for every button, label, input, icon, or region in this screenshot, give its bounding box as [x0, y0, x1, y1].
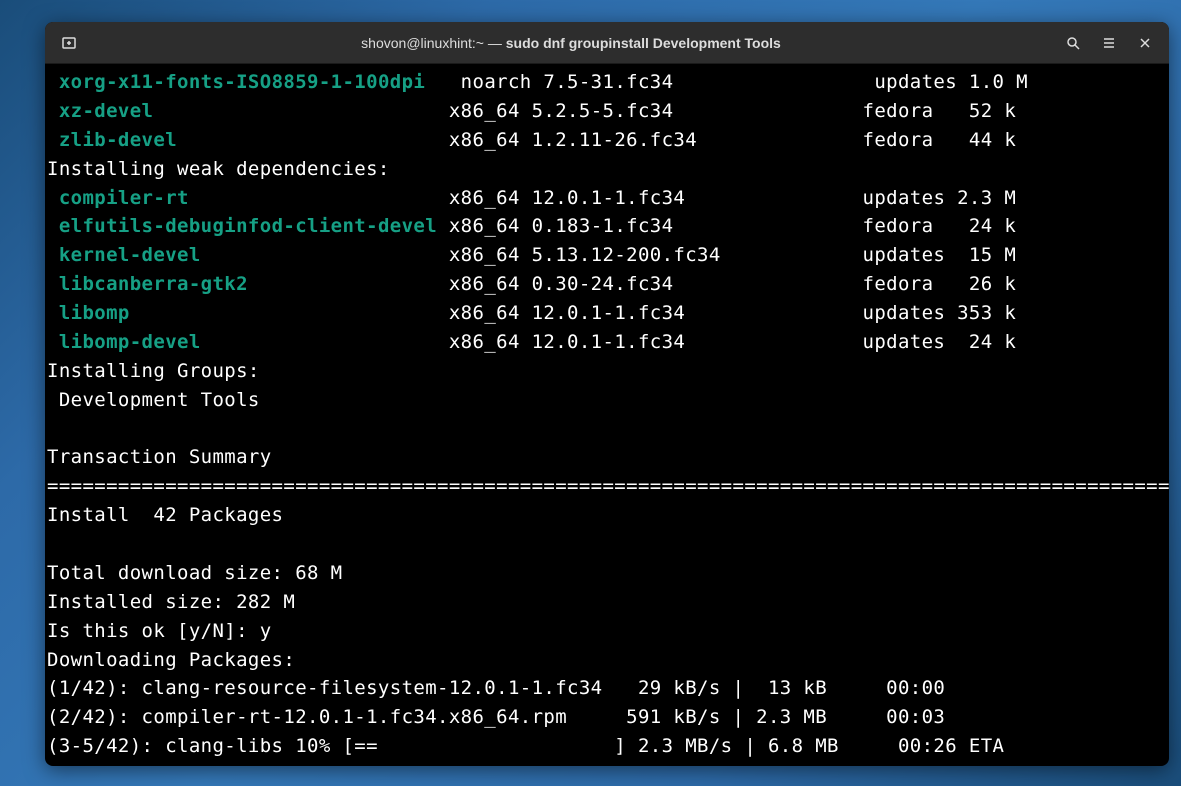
package-name: libcanberra-gtk2 [59, 273, 248, 295]
menu-button[interactable] [1093, 27, 1125, 59]
transaction-summary-header: Transaction Summary [47, 443, 1167, 472]
window-title: shovon@linuxhint:~ — sudo dnf groupinsta… [85, 35, 1057, 51]
package-name: elfutils-debuginfod-client-devel [59, 215, 437, 237]
package-name: compiler-rt [59, 187, 189, 209]
titlebar: shovon@linuxhint:~ — sudo dnf groupinsta… [45, 22, 1169, 64]
title-cmd: sudo dnf groupinstall Development Tools [506, 35, 781, 51]
new-tab-button[interactable] [53, 27, 85, 59]
title-user: shovon@linuxhint:~ [361, 35, 484, 51]
package-name: kernel-devel [59, 244, 201, 266]
summary-divider: ========================================… [47, 472, 1167, 501]
weak-deps-header: Installing weak dependencies: [47, 155, 1167, 184]
close-button[interactable] [1129, 27, 1161, 59]
title-sep: — [484, 35, 506, 51]
installed-size: Installed size: 282 M [47, 588, 1167, 617]
install-count: Install 42 Packages [47, 501, 1167, 530]
groups-header: Installing Groups: [47, 357, 1167, 386]
download-size: Total download size: 68 M [47, 559, 1167, 588]
terminal-window: shovon@linuxhint:~ — sudo dnf groupinsta… [45, 22, 1169, 766]
confirm-prompt: Is this ok [y/N]: y [47, 617, 1167, 646]
group-name: Development Tools [47, 386, 1167, 415]
package-name: zlib-devel [59, 129, 177, 151]
package-name: libomp-devel [59, 331, 201, 353]
package-name: xorg-x11-fonts-ISO8859-1-100dpi [59, 71, 425, 93]
package-name: libomp [59, 302, 130, 324]
downloading-header: Downloading Packages: [47, 646, 1167, 675]
package-name: xz-devel [59, 100, 154, 122]
terminal-output[interactable]: xorg-x11-fonts-ISO8859-1-100dpi noarch 7… [45, 64, 1169, 766]
search-button[interactable] [1057, 27, 1089, 59]
